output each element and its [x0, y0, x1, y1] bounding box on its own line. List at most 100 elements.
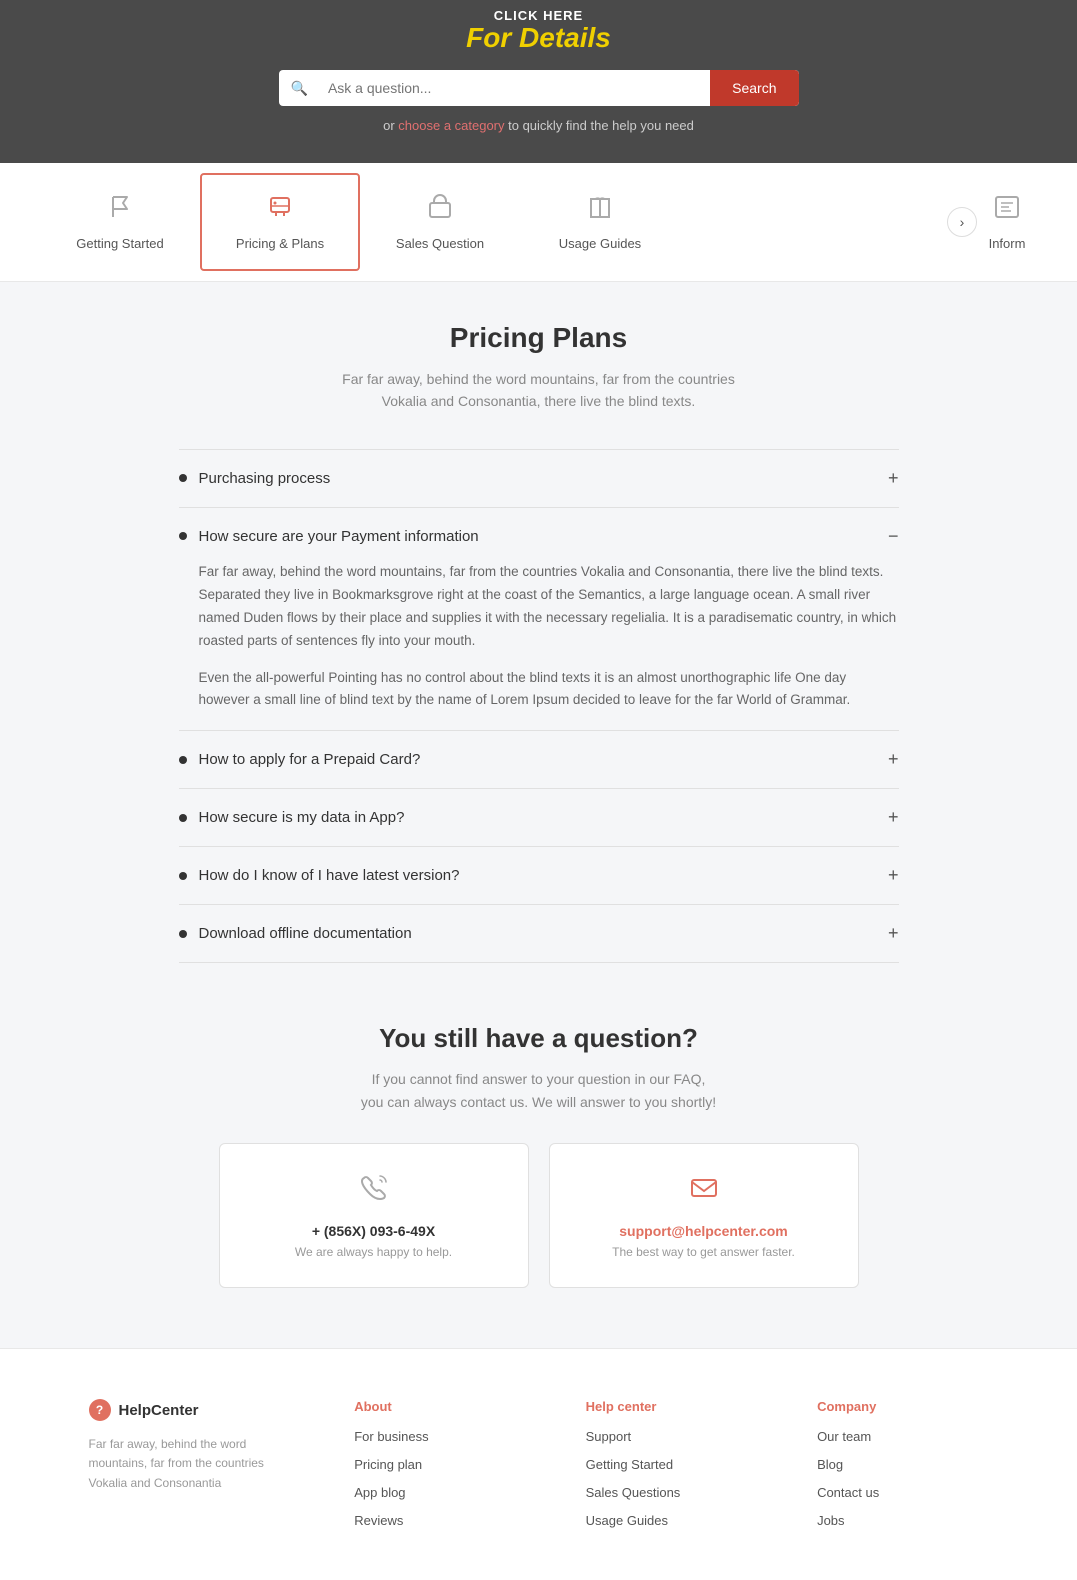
faq-question-left-6: Download offline documentation: [179, 925, 412, 942]
category-item-sales-question[interactable]: Sales Question: [360, 173, 520, 271]
footer-link-sales-questions[interactable]: Sales Questions: [586, 1484, 757, 1502]
faq-list: Purchasing process + How secure are your…: [179, 449, 899, 964]
category-item-inform[interactable]: Inform: [977, 175, 1037, 269]
page-subtitle: Far far away, behind the word mountains,…: [179, 368, 899, 413]
faq-question-text-3: How to apply for a Prepaid Card?: [199, 751, 421, 768]
footer-link-contact-us[interactable]: Contact us: [817, 1484, 988, 1502]
footer-link-for-business[interactable]: For business: [354, 1428, 525, 1446]
footer-link-support[interactable]: Support: [586, 1428, 757, 1446]
faq-question-row-4[interactable]: How secure is my data in App? +: [179, 807, 899, 828]
faq-question-left-5: How do I know of I have latest version?: [179, 867, 460, 884]
email-icon: [570, 1172, 838, 1211]
faq-toggle-1[interactable]: +: [888, 468, 899, 489]
footer-about-title: About: [354, 1399, 525, 1414]
faq-toggle-5[interactable]: +: [888, 865, 899, 886]
footer-link-blog[interactable]: Blog: [817, 1456, 988, 1474]
category-label-getting-started: Getting Started: [76, 236, 163, 251]
faq-question-row-2[interactable]: How secure are your Payment information …: [179, 526, 899, 547]
category-label-inform: Inform: [989, 236, 1026, 251]
faq-bullet-1: [179, 474, 187, 482]
footer-help-center-title: Help center: [586, 1399, 757, 1414]
faq-bullet-3: [179, 756, 187, 764]
faq-question-text-1: Purchasing process: [199, 470, 331, 487]
contact-card-phone: + (856X) 093-6-49X We are always happy t…: [219, 1143, 529, 1288]
nav-next-arrow[interactable]: ›: [947, 207, 977, 237]
faq-item-3: How to apply for a Prepaid Card? +: [179, 731, 899, 789]
still-question-desc: If you cannot find answer to your questi…: [359, 1068, 719, 1113]
still-question-section: You still have a question? If you cannot…: [179, 1023, 899, 1288]
faq-question-row-3[interactable]: How to apply for a Prepaid Card? +: [179, 749, 899, 770]
search-button[interactable]: Search: [710, 70, 798, 106]
contact-cards: + (856X) 093-6-49X We are always happy t…: [219, 1143, 859, 1288]
faq-toggle-3[interactable]: +: [888, 749, 899, 770]
footer-link-getting-started[interactable]: Getting Started: [586, 1456, 757, 1474]
faq-question-row-1[interactable]: Purchasing process +: [179, 468, 899, 489]
faq-toggle-4[interactable]: +: [888, 807, 899, 828]
header-subtitle: or choose a category to quickly find the…: [40, 118, 1037, 133]
faq-toggle-2[interactable]: −: [888, 526, 899, 547]
footer: ? HelpCenter Far far away, behind the wo…: [0, 1348, 1077, 1580]
category-nav: Getting Started Pricing & Plans: [0, 163, 1077, 282]
phone-number: + (856X) 093-6-49X: [240, 1223, 508, 1239]
header: CLICK HERE For Details 🔍 Search or choos…: [0, 0, 1077, 163]
search-input[interactable]: [320, 70, 710, 106]
email-address[interactable]: support@helpcenter.com: [570, 1223, 838, 1239]
phone-sub: We are always happy to help.: [240, 1245, 508, 1259]
category-label-usage-guides: Usage Guides: [559, 236, 641, 251]
footer-company-links: Our team Blog Contact us Jobs: [817, 1428, 988, 1530]
footer-brand-desc: Far far away, behind the word mountains,…: [89, 1435, 269, 1493]
footer-about-links: For business Pricing plan App blog Revie…: [354, 1428, 525, 1530]
faq-question-text-4: How secure is my data in App?: [199, 809, 405, 826]
page-title: Pricing Plans: [179, 322, 899, 354]
faq-question-left-3: How to apply for a Prepaid Card?: [179, 751, 421, 768]
faq-answer-2: Far far away, behind the word mountains,…: [199, 561, 899, 713]
faq-question-text-6: Download offline documentation: [199, 925, 412, 942]
category-item-pricing-plans[interactable]: Pricing & Plans: [200, 173, 360, 271]
faq-question-left-1: Purchasing process: [179, 470, 331, 487]
category-items: Getting Started Pricing & Plans: [40, 173, 947, 271]
tag-icon: [266, 193, 294, 228]
faq-question-text-2: How secure are your Payment information: [199, 528, 479, 545]
faq-bullet-4: [179, 814, 187, 822]
footer-company-title: Company: [817, 1399, 988, 1414]
category-label-sales-question: Sales Question: [396, 236, 484, 251]
faq-item-5: How do I know of I have latest version? …: [179, 847, 899, 905]
faq-toggle-6[interactable]: +: [888, 923, 899, 944]
search-bar: 🔍 Search: [279, 70, 799, 106]
still-question-title: You still have a question?: [179, 1023, 899, 1054]
click-here-overlay: CLICK HERE For Details: [466, 8, 611, 54]
footer-link-pricing-plan[interactable]: Pricing plan: [354, 1456, 525, 1474]
footer-link-usage-guides[interactable]: Usage Guides: [586, 1512, 757, 1530]
faq-bullet-6: [179, 930, 187, 938]
faq-item-1: Purchasing process +: [179, 450, 899, 508]
footer-col-about: About For business Pricing plan App blog…: [354, 1399, 525, 1540]
category-item-getting-started[interactable]: Getting Started: [40, 173, 200, 271]
footer-logo-text: HelpCenter: [119, 1402, 199, 1419]
main-content: Pricing Plans Far far away, behind the w…: [159, 322, 919, 1288]
faq-question-left-2: How secure are your Payment information: [179, 528, 479, 545]
faq-question-row-6[interactable]: Download offline documentation +: [179, 923, 899, 944]
phone-icon: [240, 1172, 508, 1211]
faq-answer-2-p2: Even the all-powerful Pointing has no co…: [199, 667, 899, 713]
faq-question-left-4: How secure is my data in App?: [179, 809, 405, 826]
email-sub: The best way to get answer faster.: [570, 1245, 838, 1259]
faq-item-2: How secure are your Payment information …: [179, 508, 899, 732]
faq-answer-2-p1: Far far away, behind the word mountains,…: [199, 561, 899, 653]
footer-logo-icon: ?: [89, 1399, 111, 1421]
book-icon: [586, 193, 614, 228]
faq-question-row-5[interactable]: How do I know of I have latest version? …: [179, 865, 899, 886]
category-item-usage-guides[interactable]: Usage Guides: [520, 173, 680, 271]
footer-link-reviews[interactable]: Reviews: [354, 1512, 525, 1530]
flag-icon: [106, 193, 134, 228]
footer-link-our-team[interactable]: Our team: [817, 1428, 988, 1446]
faq-item-4: How secure is my data in App? +: [179, 789, 899, 847]
info-icon: [993, 193, 1021, 228]
search-icon: 🔍: [279, 72, 320, 105]
footer-col-help-center: Help center Support Getting Started Sale…: [586, 1399, 757, 1540]
footer-link-jobs[interactable]: Jobs: [817, 1512, 988, 1530]
faq-question-text-5: How do I know of I have latest version?: [199, 867, 460, 884]
footer-help-center-links: Support Getting Started Sales Questions …: [586, 1428, 757, 1530]
footer-col-company: Company Our team Blog Contact us Jobs: [817, 1399, 988, 1540]
footer-link-app-blog[interactable]: App blog: [354, 1484, 525, 1502]
bag-icon: [426, 193, 454, 228]
